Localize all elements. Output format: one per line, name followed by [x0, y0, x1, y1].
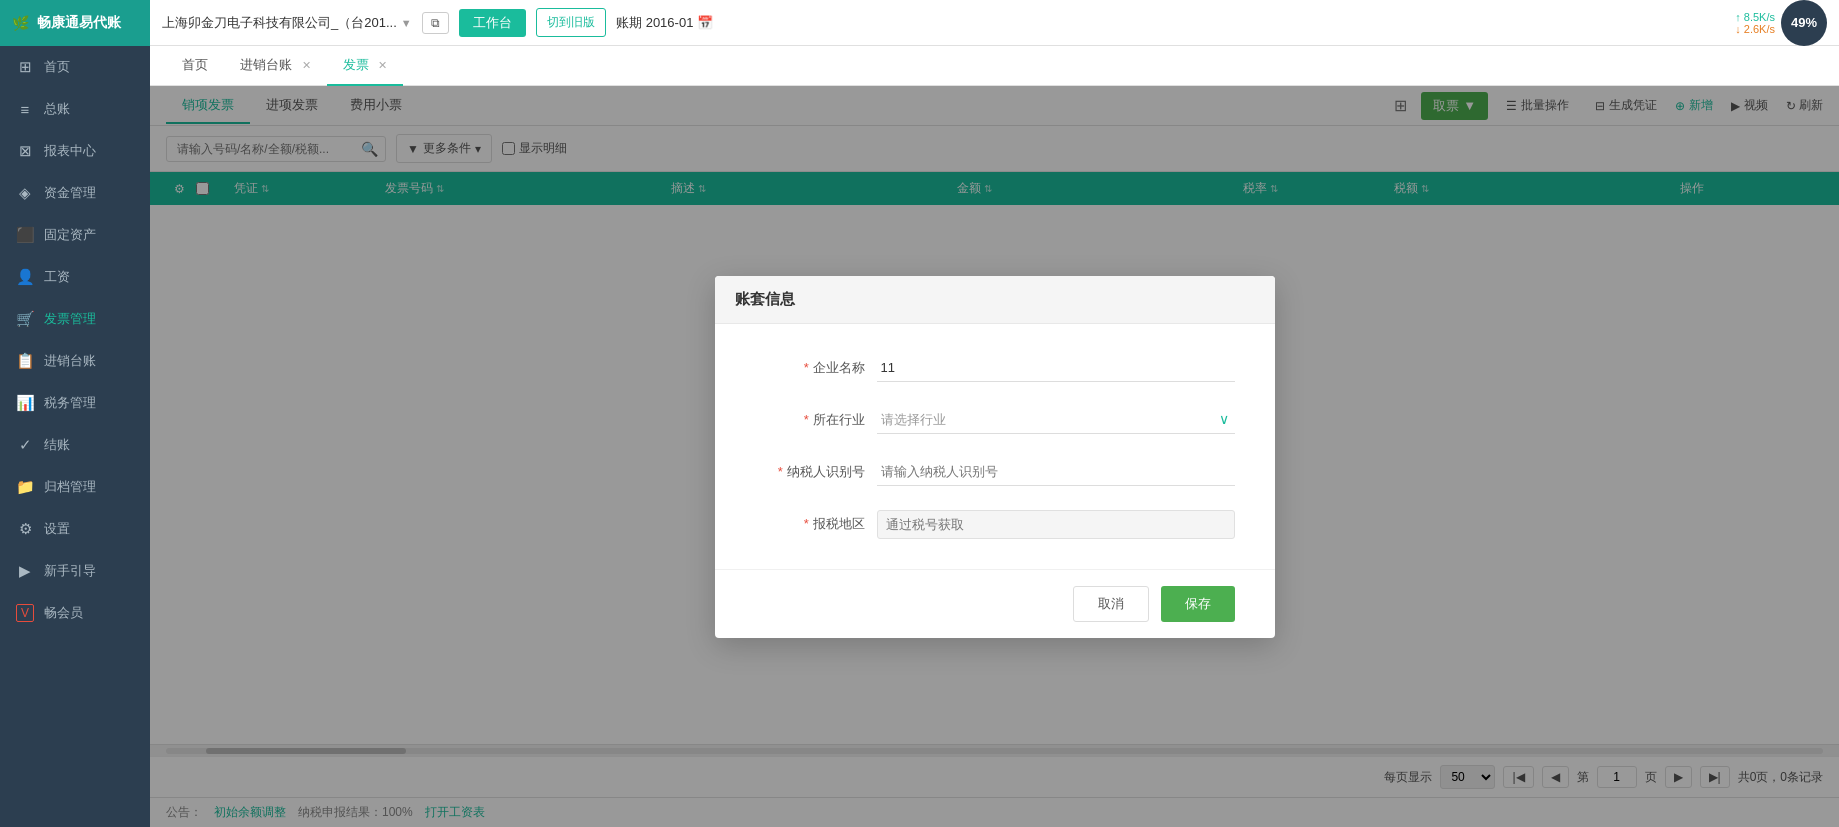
guide-icon: ▶ [16, 562, 34, 580]
nav-tabs: 首页 进销台账 ✕ 发票 ✕ [150, 46, 1839, 86]
company-selector[interactable]: 上海卯金刀电子科技有限公司_（台201... ▼ [162, 14, 412, 32]
sidebar-item-close-account[interactable]: ✓ 结账 [0, 424, 150, 466]
speed-stats: ↑ 8.5K/s ↓ 2.6K/s [1735, 11, 1775, 35]
sidebar-item-payroll[interactable]: 👤 工资 [0, 256, 150, 298]
tab-close-icon[interactable]: ✕ [378, 59, 387, 71]
sidebar-item-label: 工资 [44, 268, 70, 286]
region-label: * 报税地区 [755, 515, 865, 533]
tab-sales-ledger[interactable]: 进销台账 ✕ [224, 46, 327, 86]
sidebar-item-guide[interactable]: ▶ 新手引导 [0, 550, 150, 592]
copy-button[interactable]: ⧉ [422, 12, 449, 34]
taxid-input[interactable] [877, 458, 1235, 486]
sidebar-item-archive[interactable]: 📁 归档管理 [0, 466, 150, 508]
company-name: 上海卯金刀电子科技有限公司_（台201... [162, 14, 397, 32]
industry-select-wrap: 请选择行业 ∨ [877, 406, 1235, 434]
account-info-modal: 账套信息 * 企业名称 * 所在行业 [715, 276, 1275, 638]
tax-icon: 📊 [16, 394, 34, 412]
archive-icon: 📁 [16, 478, 34, 496]
sidebar-item-ledger[interactable]: ≡ 总账 [0, 88, 150, 130]
sidebar-item-label: 报表中心 [44, 142, 96, 160]
sidebar-item-home[interactable]: ⊞ 首页 [0, 46, 150, 88]
finance-icon: ◈ [16, 184, 34, 202]
content-area: 销项发票 进项发票 费用小票 ⊞ 取票 ▼ ☰ 批量操作 ⊟ [150, 86, 1839, 827]
download-speed: ↓ 2.6K/s [1735, 23, 1775, 35]
calendar-icon[interactable]: 📅 [697, 15, 713, 30]
form-row-enterprise: * 企业名称 [755, 354, 1235, 382]
cancel-button[interactable]: 取消 [1073, 586, 1149, 622]
sidebar-item-settings[interactable]: ⚙ 设置 [0, 508, 150, 550]
tab-close-icon[interactable]: ✕ [302, 59, 311, 71]
payroll-icon: 👤 [16, 268, 34, 286]
sidebar-item-member[interactable]: V 畅会员 [0, 592, 150, 634]
topbar-right: ↑ 8.5K/s ↓ 2.6K/s 49% [1735, 0, 1827, 46]
reports-icon: ⊠ [16, 142, 34, 160]
app-logo-icon: 🌿 [12, 15, 29, 31]
industry-select[interactable]: 请选择行业 [877, 406, 1235, 433]
tab-home[interactable]: 首页 [166, 46, 224, 86]
period-value: 2016-01 [646, 15, 694, 30]
company-chevron-icon: ▼ [401, 17, 412, 29]
ledger-icon: ≡ [16, 101, 34, 118]
form-row-region: * 报税地区 [755, 510, 1235, 539]
settings-icon: ⚙ [16, 520, 34, 538]
sidebar-item-label: 固定资产 [44, 226, 96, 244]
modal-footer: 取消 保存 [715, 569, 1275, 638]
sidebar-item-label: 归档管理 [44, 478, 96, 496]
app-logo: 🌿 畅康通易代账 [0, 0, 150, 46]
modal-title: 账套信息 [715, 276, 1275, 324]
sidebar-item-label: 总账 [44, 100, 70, 118]
sidebar-item-label: 资金管理 [44, 184, 96, 202]
sidebar-item-label: 设置 [44, 520, 70, 538]
sidebar-item-label: 进销台账 [44, 352, 96, 370]
sidebar-item-tax[interactable]: 📊 税务管理 [0, 382, 150, 424]
sales-ledger-icon: 📋 [16, 352, 34, 370]
sidebar-item-reports[interactable]: ⊠ 报表中心 [0, 130, 150, 172]
modal-overlay[interactable]: 账套信息 * 企业名称 * 所在行业 [150, 86, 1839, 827]
sidebar-item-invoice[interactable]: 🛒 发票管理 [0, 298, 150, 340]
app-name: 畅康通易代账 [37, 14, 121, 32]
period-label: 账期 [616, 14, 642, 32]
taxid-label: * 纳税人识别号 [755, 463, 865, 481]
member-icon: V [16, 604, 34, 622]
enterprise-input[interactable] [877, 354, 1235, 382]
sidebar-item-label: 畅会员 [44, 604, 83, 622]
industry-label: * 所在行业 [755, 411, 865, 429]
workbench-button[interactable]: 工作台 [459, 9, 526, 37]
save-button[interactable]: 保存 [1161, 586, 1235, 622]
form-row-taxid: * 纳税人识别号 [755, 458, 1235, 486]
topbar: 上海卯金刀电子科技有限公司_（台201... ▼ ⧉ 工作台 切到旧版 账期 2… [150, 0, 1839, 46]
switch-version-button[interactable]: 切到旧版 [536, 8, 606, 37]
form-row-industry: * 所在行业 请选择行业 ∨ [755, 406, 1235, 434]
invoice-icon: 🛒 [16, 310, 34, 328]
sidebar-item-label: 税务管理 [44, 394, 96, 412]
sidebar-item-label: 结账 [44, 436, 70, 454]
sidebar: 🌿 畅康通易代账 ⊞ 首页 ≡ 总账 ⊠ 报表中心 ◈ 资金管理 ⬛ 固定资产 … [0, 0, 150, 827]
upload-speed: ↑ 8.5K/s [1735, 11, 1775, 23]
enterprise-label: * 企业名称 [755, 359, 865, 377]
region-input [877, 510, 1235, 539]
sidebar-item-label: 首页 [44, 58, 70, 76]
sidebar-item-assets[interactable]: ⬛ 固定资产 [0, 214, 150, 256]
modal-body: * 企业名称 * 所在行业 请选择行业 [715, 324, 1275, 569]
close-account-icon: ✓ [16, 436, 34, 454]
main-area: 上海卯金刀电子科技有限公司_（台201... ▼ ⧉ 工作台 切到旧版 账期 2… [150, 0, 1839, 827]
sidebar-item-label: 新手引导 [44, 562, 96, 580]
home-icon: ⊞ [16, 58, 34, 76]
speed-indicator: 49% [1781, 0, 1827, 46]
sidebar-item-label: 发票管理 [44, 310, 96, 328]
tab-invoice[interactable]: 发票 ✕ [327, 46, 404, 86]
sidebar-item-sales-ledger[interactable]: 📋 进销台账 [0, 340, 150, 382]
period-display: 账期 2016-01 📅 [616, 14, 714, 32]
assets-icon: ⬛ [16, 226, 34, 244]
sidebar-item-finance[interactable]: ◈ 资金管理 [0, 172, 150, 214]
